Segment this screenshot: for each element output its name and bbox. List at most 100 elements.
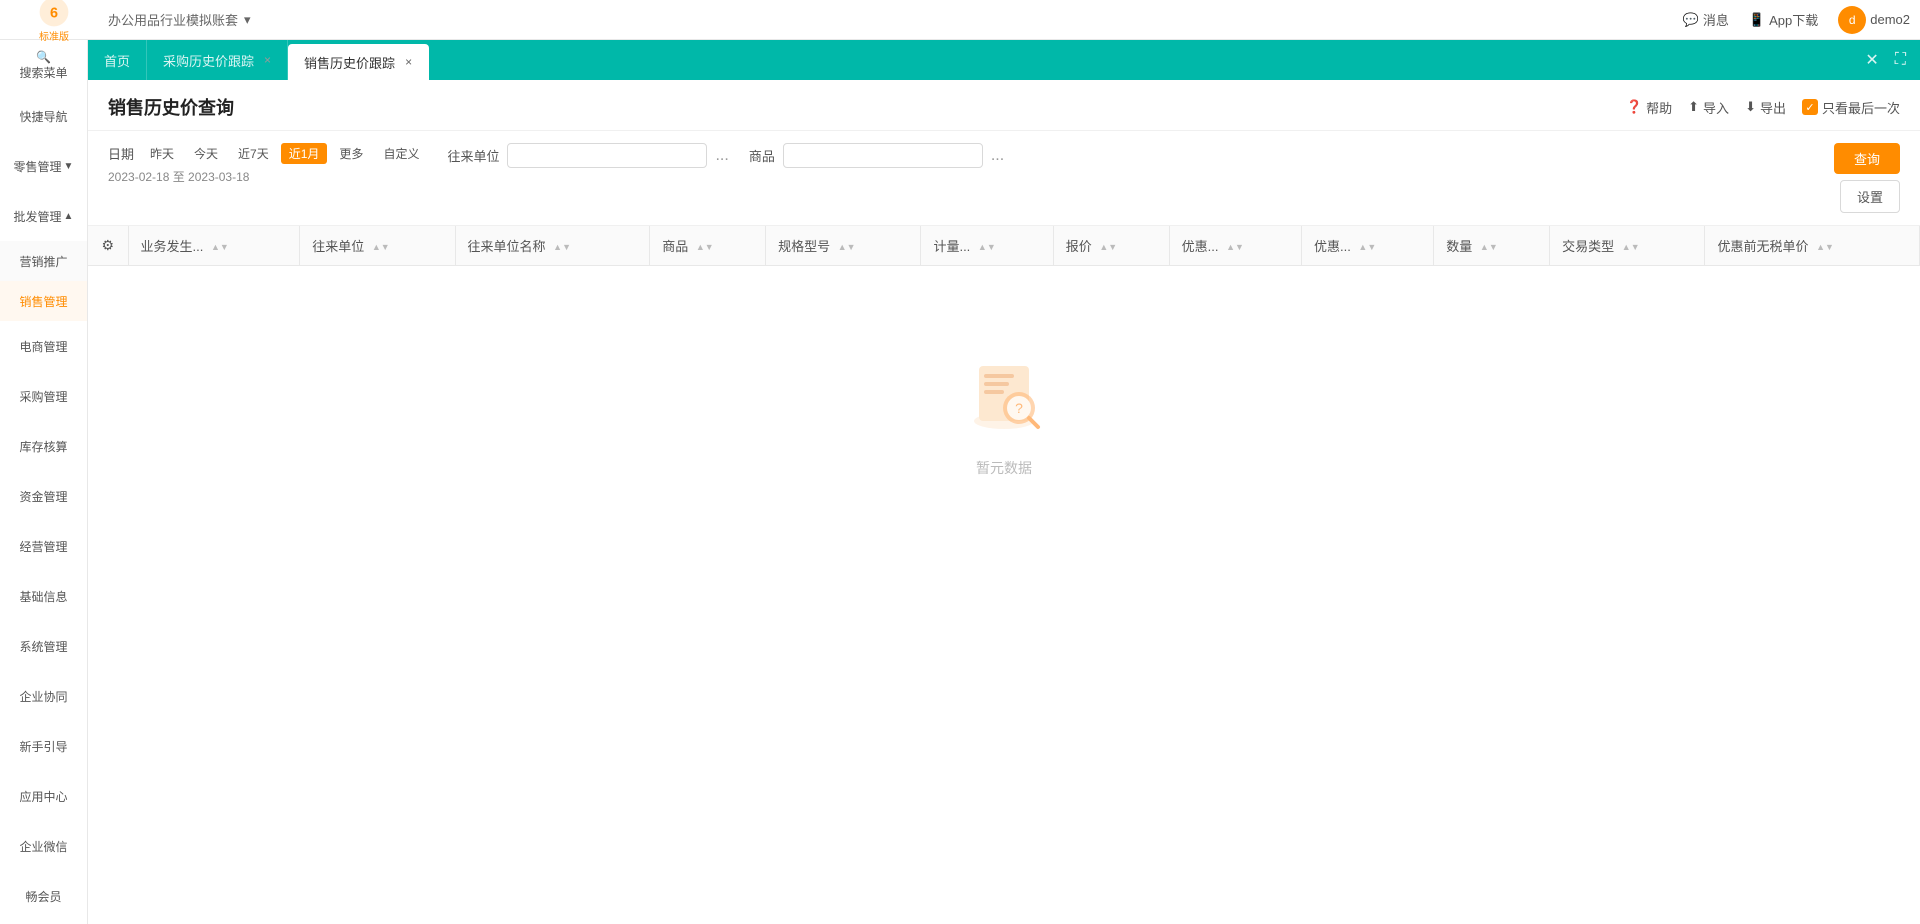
sort-icon-quote: ▲▼ [1099,243,1117,252]
sidebar-item-vip[interactable]: 畅会员 [0,871,87,921]
title-selector[interactable]: 办公用品行业模拟账套 ▾ [108,10,1683,29]
data-table: ⚙ 业务发生... ▲▼ 往来单位 ▲▼ 往来单位名称 ▲ [88,226,1920,266]
table-header-unit[interactable]: 计量... ▲▼ [921,226,1053,266]
sidebar-item-appstore[interactable]: 应用中心 [0,771,87,821]
sort-icon-partner-name: ▲▼ [553,243,571,252]
svg-text:6: 6 [50,5,58,21]
tab-sales-history-close[interactable]: × [405,55,412,69]
sidebar-item-retail[interactable]: 零售管理 ▼ [0,141,87,191]
sidebar-item-inventory[interactable]: 库存核算 [0,421,87,471]
sidebar: 🔍 搜索菜单 快捷导航 零售管理 ▼ 批发管理 ▲ 营销推广 销售管理 电商管理… [0,40,88,924]
wholesale-chevron: ▲ [64,211,74,222]
sort-icon-product: ▲▼ [696,243,714,252]
partner-input[interactable] [507,143,707,168]
date-btn-1month[interactable]: 近1月 [281,143,328,164]
sidebar-item-quick-nav[interactable]: 快捷导航 [0,91,87,141]
tab-sales-history[interactable]: 销售历史价跟踪 × [288,44,429,80]
import-btn[interactable]: ⬆ 导入 [1688,98,1729,117]
tab-home[interactable]: 首页 [88,40,147,80]
logo-area: 6 标准版 [10,0,98,43]
filter-right-actions: 查询 设置 [1834,143,1900,213]
app-download-btn[interactable]: 📱 App下载 [1749,10,1818,29]
dropdown-icon: ▾ [244,12,251,28]
partner-dots[interactable]: ... [715,147,728,165]
sidebar-item-ecommerce[interactable]: 电商管理 [0,321,87,371]
date-btn-more[interactable]: 更多 [331,143,371,164]
sidebar-text-enterprise: 企业协同 [19,688,67,705]
sidebar-item-search[interactable]: 🔍 搜索菜单 [0,40,87,91]
import-label: 导入 [1703,98,1729,117]
user-name: demo2 [1870,12,1910,27]
table-header-partner-name[interactable]: 往来单位名称 ▲▼ [455,226,650,266]
product-dots[interactable]: ... [991,147,1004,165]
help-label: 帮助 [1646,98,1672,117]
sidebar-text-guide: 新手引导 [19,738,67,755]
close-tab-btn[interactable]: ✕ [1861,46,1882,74]
sidebar-item-wechat[interactable]: 企业微信 [0,821,87,871]
table-header-spec[interactable]: 规格型号 ▲▼ [766,226,921,266]
sidebar-text-wholesale: 批发管理 [14,208,62,225]
help-btn[interactable]: ❓ 帮助 [1626,98,1672,117]
sidebar-text-sales-mgmt: 销售管理 [19,293,67,310]
avatar: d [1838,6,1866,34]
sidebar-item-finance[interactable]: 资金管理 [0,471,87,521]
product-input[interactable] [783,143,983,168]
help-icon: ❓ [1626,99,1642,115]
tab-bar: 首页 采购历史价跟踪 × 销售历史价跟踪 × ✕ ⛶ [88,40,1920,80]
sort-icon-pre-tax: ▲▼ [1816,243,1834,252]
table-header-quote[interactable]: 报价 ▲▼ [1053,226,1169,266]
empty-state: ? 暂元数据 [88,266,1920,558]
app-label: App下载 [1769,10,1818,29]
table-header-product[interactable]: 商品 ▲▼ [650,226,766,266]
app-title: 办公用品行业模拟账套 [108,10,238,29]
sidebar-item-basics[interactable]: 基础信息 [0,571,87,621]
sidebar-text-wechat: 企业微信 [19,838,67,855]
table-header-settings[interactable]: ⚙ [88,226,128,266]
query-btn[interactable]: 查询 [1834,143,1900,174]
table-header-partner-code[interactable]: 往来单位 ▲▼ [300,226,455,266]
partner-label: 往来单位 [447,146,499,165]
checkbox-checked-icon: ✓ [1802,99,1818,115]
sidebar-item-wholesale[interactable]: 批发管理 ▲ [0,191,87,241]
table-header-pre-tax[interactable]: 优惠前无税单价 ▲▼ [1705,226,1920,266]
only-last-checkbox[interactable]: ✓ 只看最后一次 [1802,98,1900,117]
maximize-btn[interactable]: ⛶ [1891,47,1910,73]
table-header-trade-type[interactable]: 交易类型 ▲▼ [1550,226,1705,266]
sort-icon-trade-type: ▲▼ [1622,243,1640,252]
date-btn-yesterday[interactable]: 昨天 [142,143,182,164]
tab-purchase-history-close[interactable]: × [264,53,271,67]
table-header-discount2[interactable]: 优惠... ▲▼ [1301,226,1433,266]
sidebar-item-marketing[interactable]: 营销推广 [0,241,87,281]
sidebar-item-operations[interactable]: 经营管理 [0,521,87,571]
table-header-biz-date[interactable]: 业务发生... ▲▼ [128,226,300,266]
table-header-quantity[interactable]: 数量 ▲▼ [1434,226,1550,266]
date-range-display: 2023-02-18 至 2023-03-18 [108,168,427,185]
user-profile[interactable]: d demo2 [1838,6,1910,34]
message-icon: 💬 [1683,12,1699,28]
sort-icon-biz-date: ▲▼ [211,243,229,252]
sidebar-item-sales-mgmt[interactable]: 销售管理 [0,281,87,321]
table-header-discount1[interactable]: 优惠... ▲▼ [1169,226,1301,266]
date-btn-7days[interactable]: 近7天 [230,143,277,164]
sidebar-item-guide[interactable]: 新手引导 [0,721,87,771]
sort-icon-quantity: ▲▼ [1480,243,1498,252]
settings-btn[interactable]: 设置 [1840,180,1900,213]
page-header-actions: ❓ 帮助 ⬆ 导入 ⬇ 导出 ✓ 只看最后一次 [1626,98,1900,117]
main-layout: 🔍 搜索菜单 快捷导航 零售管理 ▼ 批发管理 ▲ 营销推广 销售管理 电商管理… [0,40,1920,924]
sidebar-label-search: 🔍 [36,50,51,64]
sidebar-item-purchase[interactable]: 采购管理 [0,371,87,421]
date-btn-today[interactable]: 今天 [186,143,226,164]
empty-text: 暂元数据 [976,458,1032,478]
tab-purchase-history[interactable]: 采购历史价跟踪 × [147,40,288,80]
message-btn[interactable]: 💬 消息 [1683,10,1729,29]
tab-home-label: 首页 [104,51,130,70]
export-btn[interactable]: ⬇ 导出 [1745,98,1786,117]
sidebar-item-enterprise[interactable]: 企业协同 [0,671,87,721]
partner-filter-group: 往来单位 ... [447,143,728,168]
date-btn-custom[interactable]: 自定义 [375,143,427,164]
empty-icon: ? [954,346,1054,446]
product-filter-group: 商品 ... [749,143,1004,168]
sort-icon-unit: ▲▼ [978,243,996,252]
top-bar: 6 标准版 办公用品行业模拟账套 ▾ 💬 消息 📱 App下载 d demo2 [0,0,1920,40]
sidebar-item-system[interactable]: 系统管理 [0,621,87,671]
